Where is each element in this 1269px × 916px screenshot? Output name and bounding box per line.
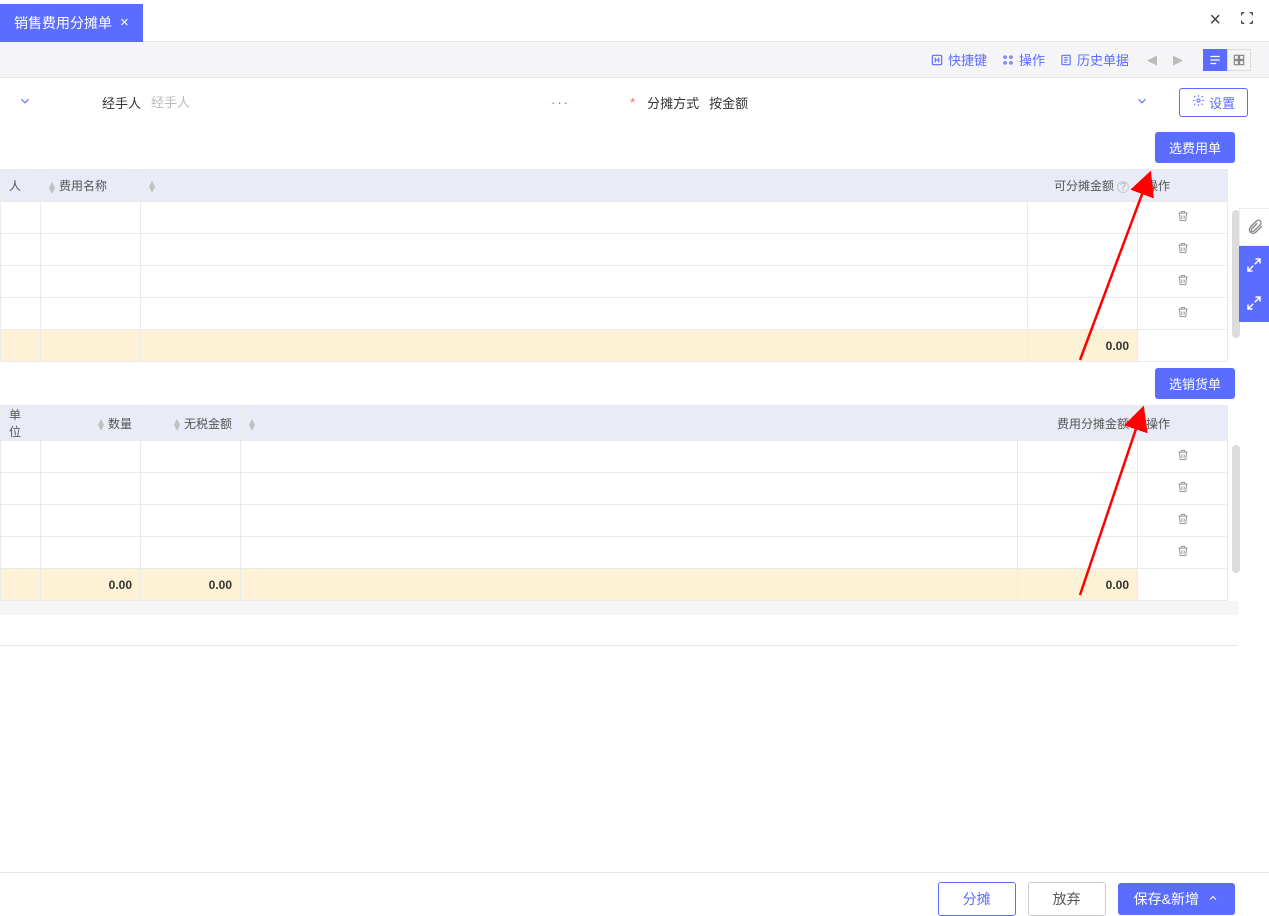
col-notax[interactable]: ▴▾无税金额: [141, 406, 241, 441]
settings-button[interactable]: 设置: [1179, 88, 1248, 117]
spacer: [0, 601, 1238, 615]
col-alloc-amount[interactable]: 可分摊金额?: [1028, 170, 1138, 202]
trash-icon[interactable]: [1176, 273, 1190, 287]
col-op2: 操作: [1138, 406, 1228, 441]
toolbar: 快捷键 操作 历史单据 ◀ ▶: [0, 42, 1269, 78]
history-label: 历史单据: [1077, 50, 1129, 69]
view-grid-icon[interactable]: [1227, 49, 1251, 71]
total-notax: 0.00: [141, 569, 241, 601]
tab-active[interactable]: 销售费用分摊单 ×: [0, 4, 143, 42]
select-sales-button[interactable]: 选销货单: [1155, 368, 1235, 399]
operate-label: 操作: [1019, 50, 1045, 69]
select-fee-button[interactable]: 选费用单: [1155, 132, 1235, 163]
trash-icon[interactable]: [1176, 480, 1190, 494]
history-link[interactable]: 历史单据: [1059, 50, 1129, 69]
expand-icon[interactable]: [1239, 284, 1269, 322]
table-row[interactable]: [1, 234, 1228, 266]
shortcut-link[interactable]: 快捷键: [930, 50, 987, 69]
chevron-left-icon[interactable]: ◀: [1147, 52, 1157, 68]
trash-icon[interactable]: [1176, 209, 1190, 223]
operate-link[interactable]: 操作: [1001, 50, 1045, 69]
settings-label: 设置: [1209, 93, 1235, 112]
tab-title: 销售费用分摊单: [14, 13, 112, 33]
table-row[interactable]: [1, 473, 1228, 505]
chevron-down-icon[interactable]: [18, 94, 32, 111]
table-row[interactable]: [1, 441, 1228, 473]
col-blank[interactable]: ▴▾: [141, 170, 1028, 202]
table-row[interactable]: [1, 537, 1228, 569]
allocate-button[interactable]: 分摊: [938, 882, 1016, 916]
col-op: 操作: [1138, 170, 1228, 202]
chevron-down-icon[interactable]: [1135, 94, 1149, 111]
col-fee-name[interactable]: ▴▾费用名称: [41, 170, 141, 202]
col-person[interactable]: 人: [1, 170, 41, 202]
shortcut-label: 快捷键: [948, 50, 987, 69]
total-row: 0.00 0.00 0.00: [1, 569, 1228, 601]
total-qty: 0.00: [41, 569, 141, 601]
table-row[interactable]: [1, 202, 1228, 234]
close-icon[interactable]: ×: [1209, 9, 1221, 32]
tab-row: 销售费用分摊单 × ×: [0, 0, 1269, 42]
trash-icon[interactable]: [1176, 448, 1190, 462]
fullscreen-icon[interactable]: [1239, 10, 1255, 31]
total-fee-alloc: 0.00: [1018, 569, 1138, 601]
method-label: 分摊方式: [647, 93, 699, 112]
close-icon[interactable]: ×: [120, 15, 129, 30]
handler-label: 经手人: [102, 93, 141, 112]
trash-icon[interactable]: [1176, 305, 1190, 319]
discard-button[interactable]: 放弃: [1028, 882, 1106, 916]
footer: 分摊 放弃 保存&新增: [0, 872, 1269, 916]
trash-icon[interactable]: [1176, 241, 1190, 255]
attachment-icon[interactable]: [1239, 208, 1269, 246]
form-row: 经手人 ··· * 分摊方式 按金额 设置: [0, 78, 1269, 126]
chevron-up-icon: [1207, 891, 1219, 907]
more-icon[interactable]: ···: [541, 95, 580, 110]
required-icon: *: [630, 95, 635, 110]
col-fee-alloc[interactable]: 费用分摊金额: [1018, 406, 1138, 441]
total-row: 0.00: [1, 330, 1228, 362]
table-row[interactable]: [1, 266, 1228, 298]
col-qty[interactable]: ▴▾数量: [41, 406, 141, 441]
col-unit[interactable]: 单位: [1, 406, 41, 441]
save-new-button[interactable]: 保存&新增: [1118, 883, 1235, 915]
expand-icon[interactable]: [1239, 246, 1269, 284]
table-row[interactable]: [1, 298, 1228, 330]
gear-icon: [1192, 94, 1205, 110]
trash-icon[interactable]: [1176, 544, 1190, 558]
help-icon[interactable]: ?: [1117, 181, 1129, 193]
scrollbar[interactable]: [1232, 445, 1240, 573]
fee-table: 人 ▴▾费用名称 ▴▾ 可分摊金额? 操作 0.00: [0, 169, 1228, 362]
sales-table: 单位 ▴▾数量 ▴▾无税金额 ▴▾ 费用分摊金额 操作 0.00 0.00 0.…: [0, 405, 1228, 601]
trash-icon[interactable]: [1176, 512, 1190, 526]
handler-input[interactable]: [151, 95, 531, 110]
method-select[interactable]: 按金额: [709, 93, 1127, 112]
table-row[interactable]: [1, 505, 1228, 537]
col-blank2[interactable]: ▴▾: [241, 406, 1018, 441]
total-alloc-amount: 0.00: [1028, 330, 1138, 362]
save-new-label: 保存&新增: [1134, 889, 1199, 909]
view-list-icon[interactable]: [1203, 49, 1227, 71]
chevron-right-icon[interactable]: ▶: [1173, 52, 1183, 68]
